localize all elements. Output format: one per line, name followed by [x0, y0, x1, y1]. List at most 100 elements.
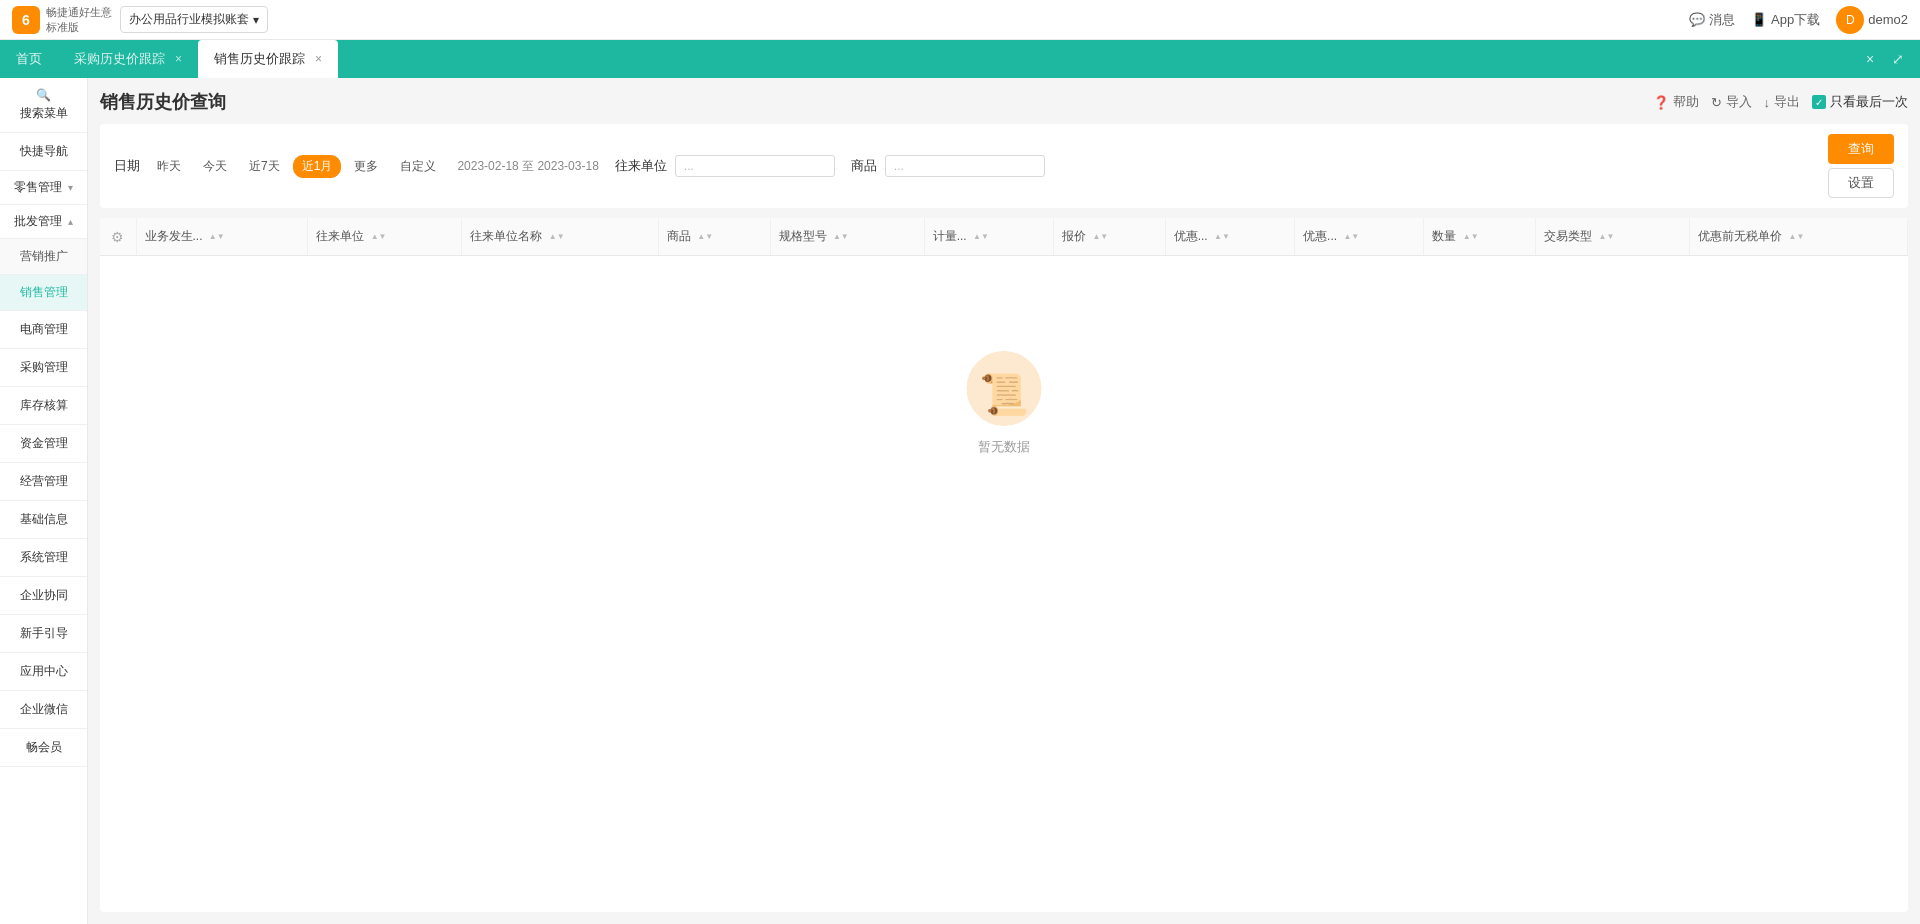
export-button[interactable]: ↓ 导出	[1764, 93, 1801, 111]
date-btn-today[interactable]: 今天	[194, 155, 236, 178]
sidebar-item-sales-mgmt[interactable]: 销售管理	[0, 275, 87, 311]
page-title: 销售历史价查询	[100, 90, 226, 114]
sidebar-item-search[interactable]: 🔍 搜索菜单	[0, 78, 87, 133]
sidebar-basic-label: 基础信息	[20, 511, 68, 528]
tab-sales-close[interactable]: ×	[315, 52, 322, 66]
date-btn-custom[interactable]: 自定义	[391, 155, 445, 178]
th-trade-type[interactable]: 交易类型 ▲▼	[1536, 218, 1690, 256]
sidebar-item-app-center[interactable]: 应用中心	[0, 653, 87, 691]
maximize-window-button[interactable]: ⤢	[1888, 49, 1908, 69]
th-settings: ⚙	[100, 218, 136, 256]
sidebar-item-quicknav[interactable]: 快捷导航	[0, 133, 87, 171]
message-icon: 💬	[1689, 12, 1705, 27]
help-button[interactable]: ❓ 帮助	[1653, 93, 1699, 111]
th-biz-date[interactable]: 业务发生... ▲▼	[136, 218, 308, 256]
sidebar-item-ecommerce[interactable]: 电商管理	[0, 311, 87, 349]
sort-icon: ▲▼	[1214, 233, 1230, 241]
sidebar-item-retail[interactable]: 零售管理 ▾	[0, 171, 87, 205]
user-menu[interactable]: D demo2	[1836, 6, 1908, 34]
sidebar-item-purchase[interactable]: 采购管理	[0, 349, 87, 387]
th-quantity[interactable]: 数量 ▲▼	[1424, 218, 1536, 256]
data-table: ⚙ 业务发生... ▲▼ 往来单位 ▲▼ 往来单位名称 ▲▼	[100, 218, 1908, 536]
sidebar-item-inventory[interactable]: 库存核算	[0, 387, 87, 425]
settings-button[interactable]: 设置	[1828, 168, 1894, 198]
close-window-button[interactable]: ×	[1860, 49, 1880, 69]
header-row: ⚙ 业务发生... ▲▼ 往来单位 ▲▼ 往来单位名称 ▲▼	[100, 218, 1908, 256]
sidebar-item-finance[interactable]: 资金管理	[0, 425, 87, 463]
sidebar-retail-label: 零售管理	[14, 179, 62, 196]
top-bar-right: 💬 消息 📱 App下载 D demo2	[1689, 6, 1908, 34]
sidebar-search-label: 搜索菜单	[20, 105, 68, 122]
content-area: 销售历史价查询 ❓ 帮助 ↻ 导入 ↓ 导出 ✓ 只看最后一次	[88, 78, 1920, 924]
sidebar-item-wholesale[interactable]: 批发管理 ▴	[0, 205, 87, 239]
th-discount2[interactable]: 优惠... ▲▼	[1295, 218, 1424, 256]
sidebar-item-enterprise[interactable]: 企业协同	[0, 577, 87, 615]
date-filter-group: 日期 昨天 今天 近7天 近1月 更多 自定义 2023-02-18 至 202…	[114, 155, 599, 178]
gear-icon[interactable]: ⚙	[111, 229, 124, 245]
logo-text: 畅捷通好生意 标准版	[46, 5, 112, 34]
th-quoted-price[interactable]: 报价 ▲▼	[1054, 218, 1166, 256]
goods-label: 商品	[851, 157, 877, 175]
only-last-checkbox[interactable]: ✓ 只看最后一次	[1812, 93, 1908, 111]
export-icon: ↓	[1764, 95, 1771, 110]
filter-bar: 日期 昨天 今天 近7天 近1月 更多 自定义 2023-02-18 至 202…	[100, 124, 1908, 208]
empty-state-row: 📜 暂无数据	[100, 256, 1908, 537]
sidebar-purchase-label: 采购管理	[20, 359, 68, 376]
th-discount1[interactable]: 优惠... ▲▼	[1165, 218, 1294, 256]
sidebar-item-system[interactable]: 系统管理	[0, 539, 87, 577]
tab-sales-label: 销售历史价跟踪	[214, 50, 305, 68]
date-btn-7days[interactable]: 近7天	[240, 155, 289, 178]
sidebar-enterprise-label: 企业协同	[20, 587, 68, 604]
th-partner-code[interactable]: 往来单位 ▲▼	[308, 218, 462, 256]
sidebar-operations-label: 经营管理	[20, 473, 68, 490]
sidebar-item-basic[interactable]: 基础信息	[0, 501, 87, 539]
date-btn-1month[interactable]: 近1月	[293, 155, 342, 178]
tab-purchase[interactable]: 采购历史价跟踪 ×	[58, 40, 198, 78]
sort-icon: ▲▼	[973, 233, 989, 241]
sort-icon: ▲▼	[1463, 233, 1479, 241]
logo-area: 6 畅捷通好生意 标准版	[12, 5, 112, 34]
window-controls: × ⤢	[1860, 49, 1920, 69]
table-container: ⚙ 业务发生... ▲▼ 往来单位 ▲▼ 往来单位名称 ▲▼	[100, 218, 1908, 912]
sort-icon: ▲▼	[549, 233, 565, 241]
import-button[interactable]: ↻ 导入	[1711, 93, 1752, 111]
query-button[interactable]: 查询	[1828, 134, 1894, 164]
th-unit[interactable]: 计量... ▲▼	[924, 218, 1053, 256]
tab-sales[interactable]: 销售历史价跟踪 ×	[198, 40, 338, 78]
sidebar-item-member[interactable]: 畅会员	[0, 729, 87, 767]
company-name: 办公用品行业模拟账套	[129, 11, 249, 28]
th-pretax-price[interactable]: 优惠前无税单价 ▲▼	[1690, 218, 1908, 256]
tab-home[interactable]: 首页	[0, 40, 58, 78]
partner-input[interactable]: ...	[675, 155, 835, 177]
sort-icon: ▲▼	[1598, 233, 1614, 241]
top-bar-left: 6 畅捷通好生意 标准版 办公用品行业模拟账套 ▾	[12, 5, 268, 34]
sort-icon: ▲▼	[371, 233, 387, 241]
sidebar-wholesale-label: 批发管理	[14, 213, 62, 230]
sidebar-item-operations[interactable]: 经营管理	[0, 463, 87, 501]
checkbox-icon: ✓	[1812, 95, 1826, 109]
th-partner-name[interactable]: 往来单位名称 ▲▼	[462, 218, 659, 256]
goods-input[interactable]: ...	[885, 155, 1045, 177]
chevron-up-icon: ▴	[68, 216, 73, 227]
search-icon: 🔍	[36, 88, 51, 102]
app-download-button[interactable]: 📱 App下载	[1751, 11, 1820, 29]
th-goods[interactable]: 商品 ▲▼	[658, 218, 770, 256]
th-spec[interactable]: 规格型号 ▲▼	[770, 218, 924, 256]
date-btn-more[interactable]: 更多	[345, 155, 387, 178]
goods-dots: ...	[894, 159, 904, 173]
import-icon: ↻	[1711, 95, 1722, 110]
tab-purchase-close[interactable]: ×	[175, 52, 182, 66]
sidebar-item-marketing[interactable]: 营销推广	[0, 239, 87, 275]
chevron-down-icon: ▾	[253, 13, 259, 27]
empty-image: 📜	[959, 336, 1049, 426]
sidebar-item-wechat[interactable]: 企业微信	[0, 691, 87, 729]
sort-icon: ▲▼	[1789, 233, 1805, 241]
sidebar-item-guide[interactable]: 新手引导	[0, 615, 87, 653]
help-icon: ❓	[1653, 95, 1669, 110]
date-btn-yesterday[interactable]: 昨天	[148, 155, 190, 178]
message-button[interactable]: 💬 消息	[1689, 11, 1735, 29]
sort-icon: ▲▼	[1343, 233, 1359, 241]
page-header: 销售历史价查询 ❓ 帮助 ↻ 导入 ↓ 导出 ✓ 只看最后一次	[100, 90, 1908, 114]
empty-text: 暂无数据	[978, 438, 1030, 456]
company-selector[interactable]: 办公用品行业模拟账套 ▾	[120, 6, 268, 33]
